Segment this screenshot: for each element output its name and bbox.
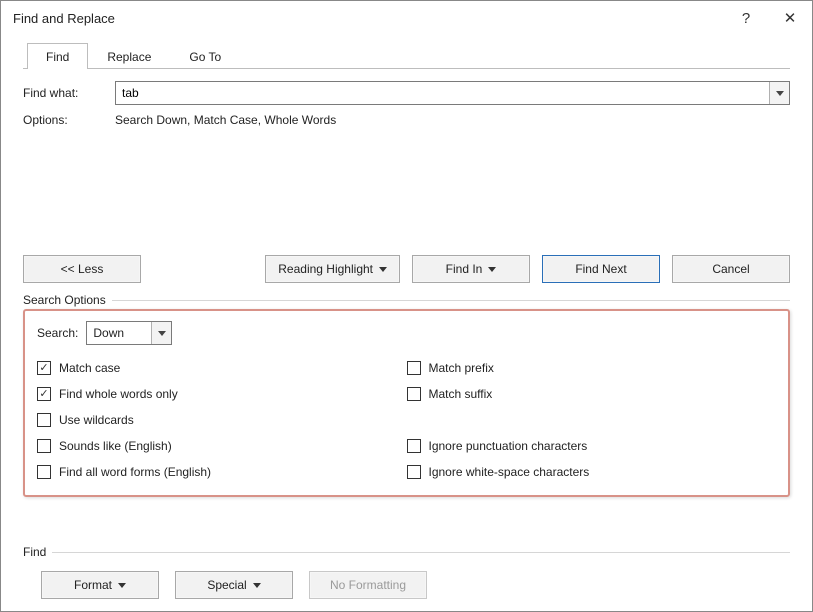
check-match-case[interactable]: Match case (37, 355, 407, 381)
close-icon: ✕ (784, 9, 797, 27)
tab-find[interactable]: Find (27, 43, 88, 69)
tab-replace[interactable]: Replace (88, 43, 170, 69)
options-label: Options: (23, 113, 115, 127)
find-replace-dialog: Find and Replace ? ✕ Find Replace Go To … (0, 0, 813, 612)
titlebar: Find and Replace ? ✕ (1, 1, 812, 35)
check-all-word-forms[interactable]: Find all word forms (English) (37, 459, 407, 485)
dialog-content: Find Replace Go To Find what: Options: S… (1, 35, 812, 611)
format-button[interactable]: Format (41, 571, 159, 599)
find-what-combobox[interactable] (115, 81, 790, 105)
find-in-button[interactable]: Find In (412, 255, 530, 283)
chevron-down-icon (379, 267, 387, 272)
less-button[interactable]: << Less (23, 255, 141, 283)
chevron-down-icon (253, 583, 261, 588)
search-options-box: Search: Down Match case Find wh (23, 309, 790, 497)
checkbox-icon (37, 465, 51, 479)
chevron-down-icon (488, 267, 496, 272)
checkbox-icon (37, 387, 51, 401)
search-direction-select[interactable]: Down (86, 321, 172, 345)
options-columns: Match case Find whole words only Use wil… (37, 355, 776, 485)
no-formatting-button[interactable]: No Formatting (309, 571, 427, 599)
find-next-button[interactable]: Find Next (542, 255, 660, 283)
options-row: Options: Search Down, Match Case, Whole … (23, 113, 790, 137)
checkbox-icon (407, 361, 421, 375)
checkbox-icon (37, 439, 51, 453)
check-match-prefix[interactable]: Match prefix (407, 355, 777, 381)
search-direction-row: Search: Down (37, 321, 776, 345)
options-col-right: Match prefix Match suffix Ignore punctua… (407, 355, 777, 485)
options-value: Search Down, Match Case, Whole Words (115, 113, 336, 127)
special-button[interactable]: Special (175, 571, 293, 599)
check-ignore-whitespace[interactable]: Ignore white-space characters (407, 459, 777, 485)
search-direction-label: Search: (37, 326, 78, 340)
find-what-input[interactable] (116, 82, 769, 104)
tab-strip: Find Replace Go To (23, 43, 790, 69)
help-button[interactable]: ? (724, 1, 768, 35)
find-group-label: Find (23, 545, 790, 559)
checkbox-icon (37, 413, 51, 427)
checkbox-icon (407, 439, 421, 453)
options-col-left: Match case Find whole words only Use wil… (37, 355, 407, 485)
find-what-row: Find what: (23, 81, 790, 105)
checkbox-icon (37, 361, 51, 375)
search-options-group-label: Search Options (23, 293, 790, 307)
check-match-suffix[interactable]: Match suffix (407, 381, 777, 407)
chevron-down-icon[interactable] (769, 82, 789, 104)
titlebar-title: Find and Replace (13, 11, 724, 26)
action-button-row: << Less Reading Highlight Find In Find N… (23, 255, 790, 283)
close-button[interactable]: ✕ (768, 1, 812, 35)
chevron-down-icon[interactable] (151, 322, 171, 344)
checkbox-icon (407, 465, 421, 479)
checkbox-icon (407, 387, 421, 401)
cancel-button[interactable]: Cancel (672, 255, 790, 283)
find-what-label: Find what: (23, 86, 115, 100)
check-sounds-like[interactable]: Sounds like (English) (37, 433, 407, 459)
tab-goto[interactable]: Go To (170, 43, 240, 69)
reading-highlight-button[interactable]: Reading Highlight (265, 255, 400, 283)
check-use-wildcards[interactable]: Use wildcards (37, 407, 407, 433)
find-buttons-row: Format Special No Formatting (41, 571, 790, 599)
find-section: Find Format Special No Formatting (23, 539, 790, 599)
check-whole-words-only[interactable]: Find whole words only (37, 381, 407, 407)
chevron-down-icon (118, 583, 126, 588)
check-ignore-punctuation[interactable]: Ignore punctuation characters (407, 433, 777, 459)
